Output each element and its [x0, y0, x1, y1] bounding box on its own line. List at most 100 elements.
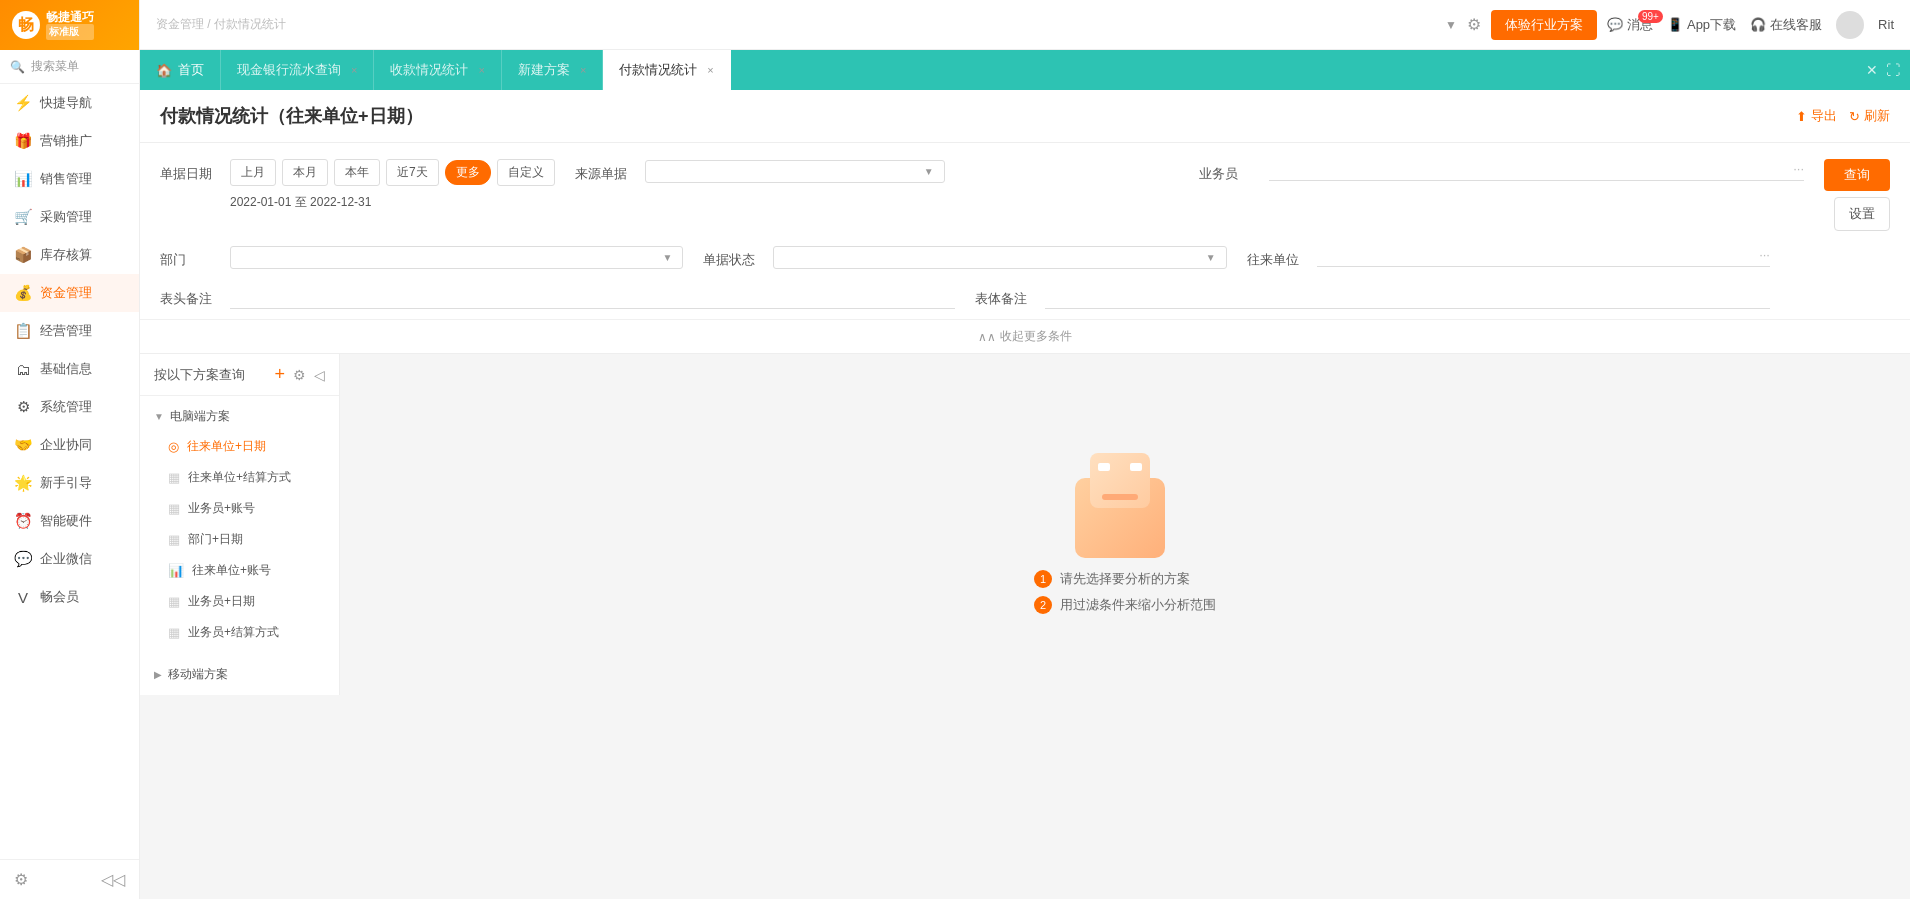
header-note-label: 表头备注 — [160, 284, 220, 308]
desktop-group-header[interactable]: ▼ 电脑端方案 — [140, 402, 339, 431]
scheme-item-staff-account[interactable]: ▦ 业务员+账号 — [140, 493, 339, 524]
breadcrumb: 资金管理 / 付款情况统计 — [156, 16, 1435, 33]
step-2-text: 用过滤条件来缩小分析范围 — [1060, 596, 1216, 614]
sidebar-footer: ⚙ ◁◁ — [0, 859, 139, 899]
scheme-item-partner-account[interactable]: 📊 往来单位+账号 — [140, 555, 339, 586]
tab-receipts-stat-close[interactable]: × — [478, 64, 484, 76]
message-icon: 💬 — [1607, 17, 1623, 32]
sidebar-item-quick-nav[interactable]: ⚡ 快捷导航 — [0, 84, 139, 122]
scheme-item-dept-date[interactable]: ▦ 部门+日期 — [140, 524, 339, 555]
collapse-button[interactable]: ∧∧ 收起更多条件 — [970, 320, 1080, 353]
tab-home[interactable]: 🏠 首页 — [140, 50, 221, 90]
sidebar-item-label: 采购管理 — [40, 208, 92, 226]
sidebar-item-label: 销售管理 — [40, 170, 92, 188]
message-button[interactable]: 💬 消息 99+ — [1607, 16, 1653, 34]
logo-text-area: 畅捷通巧 标准版 — [46, 10, 94, 40]
mobile-group-header[interactable]: ▶ 移动端方案 — [140, 660, 339, 689]
source-chevron-icon: ▼ — [924, 166, 934, 177]
main-right: 1 请先选择要分析的方案 2 用过滤条件来缩小分析范围 — [340, 354, 1910, 695]
scheme-collapse-icon[interactable]: ◁ — [314, 367, 325, 383]
tab-expand-icon[interactable]: ⛶ — [1886, 62, 1900, 78]
tab-bank-flow-close[interactable]: × — [351, 64, 357, 76]
sidebar-item-operations[interactable]: 📋 经营管理 — [0, 312, 139, 350]
trial-button[interactable]: 体验行业方案 — [1491, 10, 1597, 40]
source-select[interactable]: ▼ — [645, 160, 945, 183]
date-range-display: 2022-01-01 至 2022-12-31 — [230, 194, 555, 211]
body-area: 按以下方案查询 + ⚙ ◁ ▼ 电脑端方案 ◎ 往来单位+日期 — [140, 354, 1910, 695]
sales-icon: 📊 — [14, 170, 32, 188]
query-button[interactable]: 查询 — [1824, 159, 1890, 191]
date-btn-last-7[interactable]: 近7天 — [386, 159, 439, 186]
status-select[interactable]: ▼ — [773, 246, 1226, 269]
staff-ellipsis[interactable]: ··· — [1793, 161, 1804, 176]
settings-footer-icon[interactable]: ⚙ — [14, 870, 28, 889]
empty-step-2: 2 用过滤条件来缩小分析范围 — [1034, 596, 1216, 614]
tab-payment-stat-close[interactable]: × — [707, 64, 713, 76]
headset-icon: 🎧 — [1750, 17, 1766, 32]
tab-payment-stat[interactable]: 付款情况统计 × — [603, 50, 730, 90]
date-btn-this-month[interactable]: 本月 — [282, 159, 328, 186]
app-download-button[interactable]: 📱 App下载 — [1667, 16, 1736, 34]
scheme-item-staff-date[interactable]: ▦ 业务员+日期 — [140, 586, 339, 617]
sidebar: 畅 畅捷通巧 标准版 🔍 搜索菜单 ⚡ 快捷导航 🎁 营销推广 📊 销售管理 🛒… — [0, 0, 140, 899]
sidebar-item-label: 系统管理 — [40, 398, 92, 416]
settings-button[interactable]: 设置 — [1834, 197, 1890, 231]
sidebar-item-system[interactable]: ⚙ 系统管理 — [0, 388, 139, 426]
tab-close-all-icon[interactable]: ✕ — [1866, 62, 1878, 78]
add-scheme-icon[interactable]: + — [274, 364, 285, 385]
date-btn-this-year[interactable]: 本年 — [334, 159, 380, 186]
scheme-panel: 按以下方案查询 + ⚙ ◁ ▼ 电脑端方案 ◎ 往来单位+日期 — [140, 354, 340, 695]
scheme-item-partner-date[interactable]: ◎ 往来单位+日期 — [140, 431, 339, 462]
partner-ellipsis[interactable]: ··· — [1759, 247, 1770, 262]
collapse-sidebar-icon[interactable]: ◁◁ — [101, 870, 125, 889]
tab-receipts-stat[interactable]: 收款情况统计 × — [374, 50, 501, 90]
sidebar-item-basic[interactable]: 🗂 基础信息 — [0, 350, 139, 388]
sidebar-search[interactable]: 🔍 搜索菜单 — [0, 50, 139, 84]
breadcrumb-chevron-icon[interactable]: ▼ — [1445, 18, 1457, 32]
scheme-item-staff-payment[interactable]: ▦ 业务员+结算方式 — [140, 617, 339, 648]
tab-new-scheme[interactable]: 新建方案 × — [502, 50, 603, 90]
refresh-button[interactable]: ↻ 刷新 — [1849, 107, 1890, 125]
sidebar-item-enterprise[interactable]: 🤝 企业协同 — [0, 426, 139, 464]
tab-new-scheme-close[interactable]: × — [580, 64, 586, 76]
quick-nav-icon: ⚡ — [14, 94, 32, 112]
empty-state: 1 请先选择要分析的方案 2 用过滤条件来缩小分析范围 — [340, 354, 1910, 695]
illus-eye-left — [1098, 463, 1110, 471]
user-avatar[interactable] — [1836, 11, 1864, 39]
service-button[interactable]: 🎧 在线客服 — [1750, 16, 1822, 34]
date-btn-last-month[interactable]: 上月 — [230, 159, 276, 186]
scheme-settings-icon[interactable]: ⚙ — [293, 367, 306, 383]
date-btn-custom[interactable]: 自定义 — [497, 159, 555, 186]
sidebar-item-label: 企业微信 — [40, 550, 92, 568]
tabbar: 🏠 首页 现金银行流水查询 × 收款情况统计 × 新建方案 × 付款情况统计 ×… — [140, 50, 1910, 90]
sidebar-item-purchase[interactable]: 🛒 采购管理 — [0, 198, 139, 236]
tab-bank-flow[interactable]: 现金银行流水查询 × — [221, 50, 374, 90]
date-btn-more[interactable]: 更多 — [445, 160, 491, 185]
export-icon: ⬆ — [1796, 109, 1807, 124]
dept-select[interactable]: ▼ — [230, 246, 683, 269]
sidebar-item-member[interactable]: V 畅会员 — [0, 578, 139, 616]
collapse-label: 收起更多条件 — [1000, 328, 1072, 345]
scheme-icon: ▦ — [168, 501, 180, 516]
member-icon: V — [14, 588, 32, 606]
sidebar-item-finance[interactable]: 💰 资金管理 — [0, 274, 139, 312]
sidebar-item-hardware[interactable]: ⏰ 智能硬件 — [0, 502, 139, 540]
export-button[interactable]: ⬆ 导出 — [1796, 107, 1837, 125]
export-label: 导出 — [1811, 107, 1837, 125]
tab-home-label: 首页 — [178, 61, 204, 79]
step-1-num: 1 — [1034, 570, 1052, 588]
dept-chevron-icon: ▼ — [662, 252, 672, 263]
sidebar-item-wechat[interactable]: 💬 企业微信 — [0, 540, 139, 578]
sidebar-item-inventory[interactable]: 📦 库存核算 — [0, 236, 139, 274]
page-title: 付款情况统计（往来单位+日期） — [160, 104, 423, 128]
scheme-item-partner-payment[interactable]: ▦ 往来单位+结算方式 — [140, 462, 339, 493]
sidebar-item-guide[interactable]: 🌟 新手引导 — [0, 464, 139, 502]
mobile-group-expand-icon: ▶ — [154, 669, 162, 680]
collapse-icon: ∧∧ — [978, 330, 996, 344]
sidebar-item-label: 基础信息 — [40, 360, 92, 378]
sidebar-item-marketing[interactable]: 🎁 营销推广 — [0, 122, 139, 160]
topbar-gear-icon[interactable]: ⚙ — [1467, 15, 1481, 34]
scheme-item-label: 业务员+账号 — [188, 500, 255, 517]
sidebar-item-sales[interactable]: 📊 销售管理 — [0, 160, 139, 198]
refresh-label: 刷新 — [1864, 107, 1890, 125]
